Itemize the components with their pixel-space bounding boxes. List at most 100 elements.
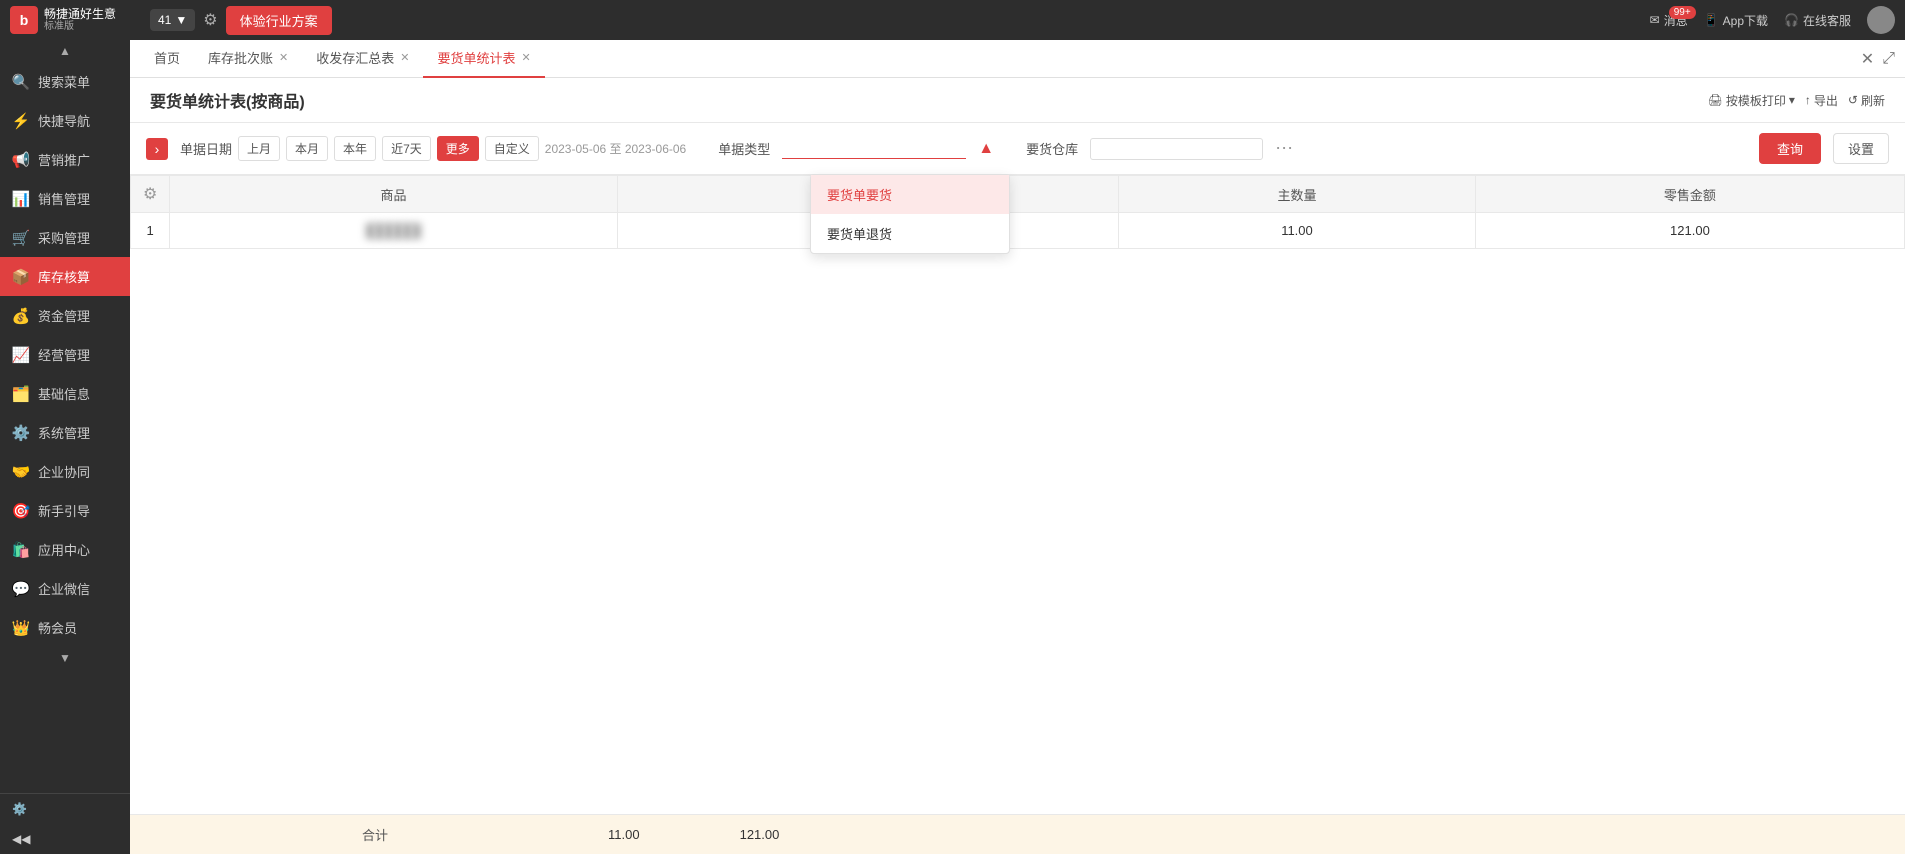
- warehouse-input[interactable]: [1090, 138, 1263, 160]
- sidebar-item-guide[interactable]: 🎯 新手引导: [0, 491, 130, 530]
- dropdown-item-requisition-return[interactable]: 要货单退货: [811, 214, 1009, 253]
- sidebar-label-marketing: 营销推广: [38, 150, 90, 169]
- filter-bar: › 单据日期 上月 本月 本年 近7天 更多 自定义 2023-05-06 至 …: [130, 123, 1905, 175]
- sidebar-item-purchase[interactable]: 🛒 采购管理: [0, 218, 130, 257]
- shortcut-icon: ⚡: [12, 112, 30, 130]
- sidebar-label-inventory: 库存核算: [38, 267, 90, 286]
- wechat-icon: 💬: [12, 580, 30, 598]
- tab-close-all-btn[interactable]: ✕: [1861, 49, 1874, 69]
- tab-requisition[interactable]: 要货单统计表 ✕: [423, 40, 544, 78]
- type-input[interactable]: [782, 139, 966, 159]
- top-bar-center: 41 ▼ ⚙ 体验行业方案: [150, 6, 1640, 35]
- message-item[interactable]: ✉ 消息 99+: [1650, 12, 1688, 29]
- page-actions: 🖨 按模板打印 ▾ ↑ 导出 ↺ 刷新: [1708, 92, 1885, 109]
- date-btn-this-month[interactable]: 本月: [286, 136, 328, 161]
- export-icon: ↑: [1805, 93, 1811, 107]
- settings-button[interactable]: 设置: [1833, 133, 1889, 164]
- sidebar-item-system[interactable]: ⚙️ 系统管理: [0, 413, 130, 452]
- store-selector[interactable]: 41 ▼: [150, 9, 195, 31]
- date-btn-more[interactable]: 更多: [437, 136, 479, 161]
- sidebar-label-wechat: 企业微信: [38, 579, 90, 598]
- col-product-header: 商品: [170, 176, 617, 213]
- date-btn-this-year[interactable]: 本年: [334, 136, 376, 161]
- table-row: 1 ██████ 块 11.00 121.00: [131, 213, 1905, 249]
- gear-icon-top[interactable]: ⚙: [203, 10, 217, 30]
- print-chevron: ▾: [1789, 93, 1795, 107]
- print-link[interactable]: 🖨 按模板打印 ▾: [1708, 92, 1795, 109]
- sidebar-label-enterprise: 企业协同: [38, 462, 90, 481]
- enterprise-icon: 🤝: [12, 463, 30, 481]
- export-link[interactable]: ↑ 导出: [1805, 92, 1838, 109]
- type-toggle-icon[interactable]: ▲: [978, 140, 994, 158]
- col-amount-header: 零售金额: [1475, 176, 1904, 213]
- tab-batch-label: 库存批次账: [208, 48, 273, 67]
- tab-requisition-close[interactable]: ✕: [522, 51, 531, 64]
- sidebar-item-finance[interactable]: 💰 资金管理: [0, 296, 130, 335]
- sidebar-label-shortcut: 快捷导航: [38, 111, 90, 130]
- sidebar-label-member: 畅会员: [38, 618, 77, 637]
- tab-home-label: 首页: [154, 48, 180, 67]
- footer-qty: 11.00: [608, 827, 640, 842]
- sidebar-item-sales[interactable]: 📊 销售管理: [0, 179, 130, 218]
- sidebar-item-enterprise[interactable]: 🤝 企业协同: [0, 452, 130, 491]
- sidebar-label-guide: 新手引导: [38, 501, 90, 520]
- cell-qty: 11.00: [1119, 213, 1476, 249]
- sidebar-item-appstore[interactable]: 🛍️ 应用中心: [0, 530, 130, 569]
- tab-expand-btn[interactable]: ⤢: [1882, 50, 1895, 68]
- sidebar-scroll-down[interactable]: ▼: [0, 647, 130, 669]
- tab-home[interactable]: 首页: [140, 40, 194, 78]
- sidebar-item-shortcut[interactable]: ⚡ 快捷导航: [0, 101, 130, 140]
- tab-receivable[interactable]: 收发存汇总表 ✕: [302, 40, 423, 78]
- date-range: 2023-05-06 至 2023-06-06: [545, 140, 686, 157]
- tab-batch-close[interactable]: ✕: [279, 51, 288, 64]
- app-download-item[interactable]: 📱 App下载: [1704, 12, 1768, 29]
- refresh-icon: ↺: [1848, 93, 1858, 107]
- online-service-item[interactable]: 🎧 在线客服: [1784, 12, 1851, 29]
- table-body: 1 ██████ 块 11.00 121.00: [131, 213, 1905, 249]
- col-settings-header: ⚙: [131, 176, 170, 213]
- guide-icon: 🎯: [12, 502, 30, 520]
- logo-icon: b: [10, 6, 38, 34]
- sidebar-item-marketing[interactable]: 📢 营销推广: [0, 140, 130, 179]
- query-button[interactable]: 查询: [1759, 133, 1821, 164]
- sidebar-item-member[interactable]: 👑 畅会员: [0, 608, 130, 647]
- footer-amount: 121.00: [740, 827, 780, 842]
- sidebar-item-search[interactable]: 🔍 搜索菜单: [0, 62, 130, 101]
- top-bar-right: ✉ 消息 99+ 📱 App下载 🎧 在线客服: [1650, 6, 1895, 34]
- tab-receivable-close[interactable]: ✕: [400, 51, 409, 64]
- sidebar-bottom: ⚙️ ◀◀: [0, 793, 130, 854]
- purchase-icon: 🛒: [12, 229, 30, 247]
- sidebar-item-inventory[interactable]: 📦 库存核算: [0, 257, 130, 296]
- sidebar-scroll-up[interactable]: ▲: [0, 40, 130, 62]
- date-btn-custom[interactable]: 自定义: [485, 136, 539, 161]
- sidebar-item-base[interactable]: 🗂️ 基础信息: [0, 374, 130, 413]
- main-layout: ▲ 🔍 搜索菜单 ⚡ 快捷导航 📢 营销推广 📊 销售管理 🛒 采购管理 📦 库…: [0, 40, 1905, 854]
- sidebar-item-wechat[interactable]: 💬 企业微信: [0, 569, 130, 608]
- sidebar-label-operations: 经营管理: [38, 345, 90, 364]
- date-btn-last-month[interactable]: 上月: [238, 136, 280, 161]
- col-settings-icon[interactable]: ⚙: [143, 186, 157, 203]
- member-icon: 👑: [12, 619, 30, 637]
- filter-expand-btn[interactable]: ›: [146, 138, 168, 160]
- more-filters-icon[interactable]: ⋯: [1275, 138, 1293, 159]
- user-avatar[interactable]: [1867, 6, 1895, 34]
- sidebar-label-system: 系统管理: [38, 423, 90, 442]
- cell-product-value: ██████: [366, 223, 421, 238]
- inventory-icon: 📦: [12, 268, 30, 286]
- dropdown-item-requisition-order[interactable]: 要货单要货: [811, 175, 1009, 214]
- industry-button[interactable]: 体验行业方案: [226, 6, 332, 35]
- system-icon: ⚙️: [12, 424, 30, 442]
- sidebar-collapse-btn[interactable]: ◀◀: [0, 824, 130, 854]
- print-icon: 🖨: [1708, 93, 1723, 107]
- date-btn-7days[interactable]: 近7天: [382, 136, 431, 161]
- operations-icon: 📈: [12, 346, 30, 364]
- type-dropdown: 要货单要货 要货单退货: [810, 174, 1010, 254]
- tab-batch[interactable]: 库存批次账 ✕: [194, 40, 302, 78]
- tab-receivable-label: 收发存汇总表: [316, 48, 394, 67]
- sidebar-item-operations[interactable]: 📈 经营管理: [0, 335, 130, 374]
- date-filter-group: 单据日期 上月 本月 本年 近7天 更多 自定义 2023-05-06 至 20…: [180, 136, 686, 161]
- sidebar-settings-btn[interactable]: ⚙️: [0, 794, 130, 824]
- search-icon: 🔍: [12, 73, 30, 91]
- warehouse-label: 要货仓库: [1026, 139, 1078, 158]
- refresh-link[interactable]: ↺ 刷新: [1848, 92, 1885, 109]
